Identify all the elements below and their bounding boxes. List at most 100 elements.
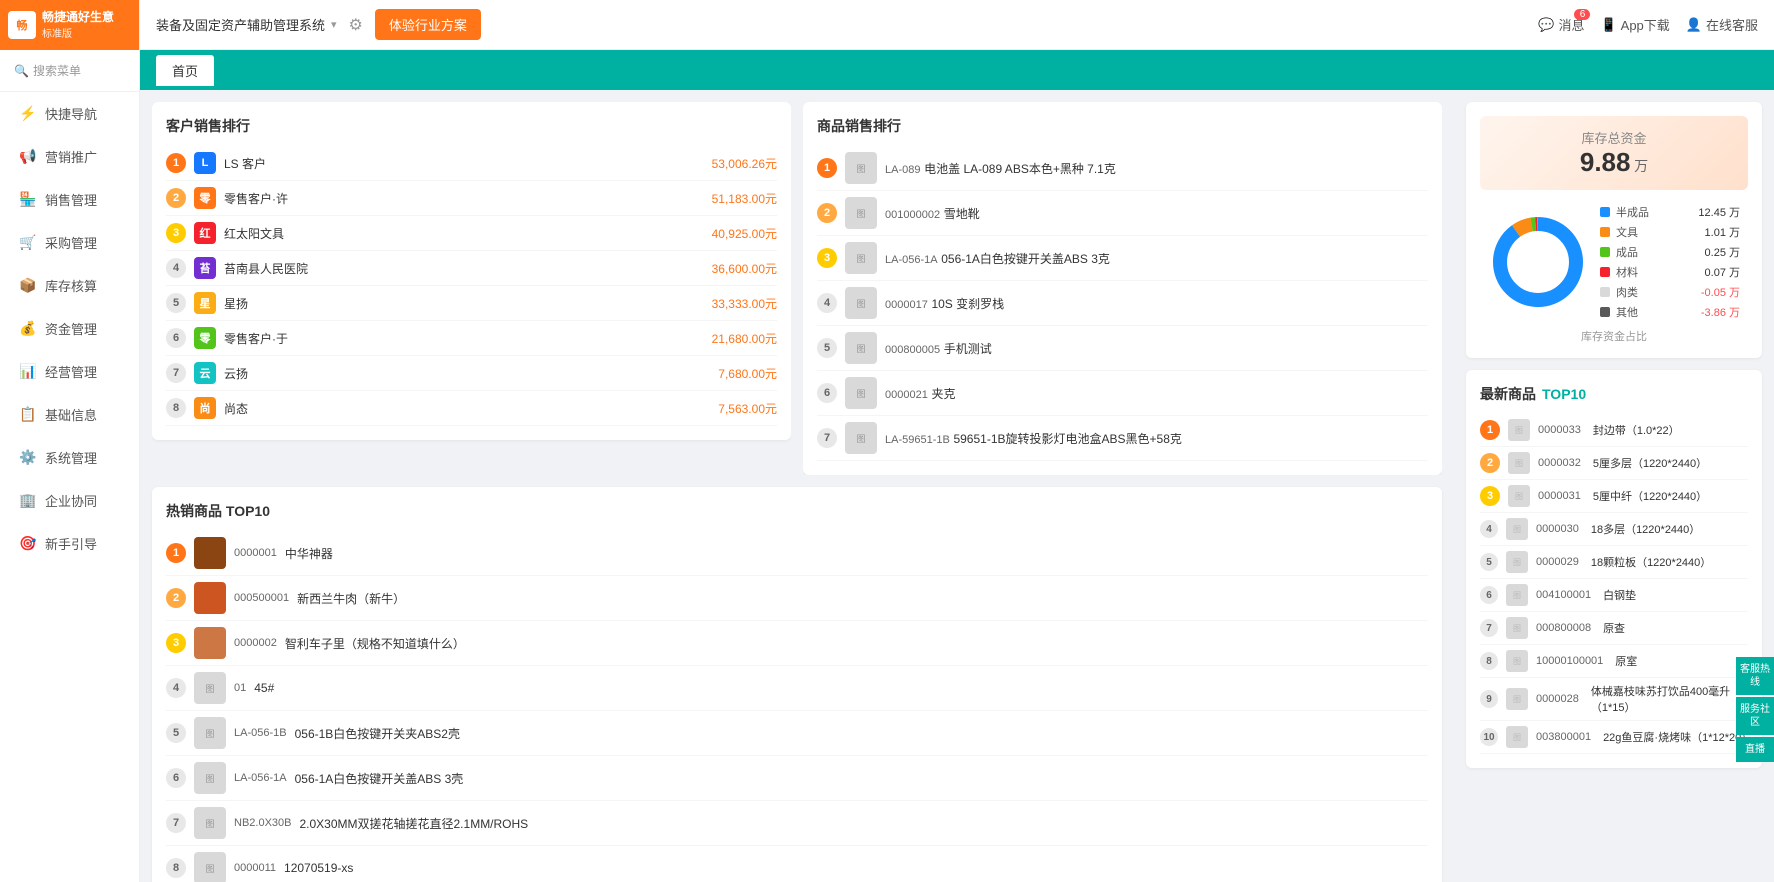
trial-button[interactable]: 体验行业方案 [375, 9, 481, 40]
customer-amount: 21,680.00元 [712, 330, 777, 347]
sidebar: 畅 畅捷通好生意 标准版 🔍 搜索菜单 ⚡ 快捷导航 📢 营销推广 🏪 销售管理… [0, 0, 140, 882]
sidebar-item-sales[interactable]: 🏪 销售管理 [0, 178, 139, 221]
search-menu-btn[interactable]: 🔍 搜索菜单 [8, 58, 131, 83]
product-rank-row: 2 图 001000002 雪地靴 [817, 191, 1428, 236]
product-code: 0000021 [885, 389, 928, 401]
app-download-btn[interactable]: 📱 App下载 [1600, 15, 1669, 34]
product-thumbnail: 图 [845, 152, 877, 184]
cs-community-btn[interactable]: 服务社区 [1736, 697, 1774, 735]
rank-number: 1 [166, 153, 186, 173]
new-product-code: 0000029 [1536, 556, 1579, 568]
customer-ranking-table: 1 L LS 客户 53,006.26元 2 零 零售客户·许 51,183.0… [166, 146, 777, 426]
inventory-footer: 库存资金占比 [1480, 328, 1748, 344]
rank-number: 1 [817, 158, 837, 178]
product-info: 001000002 雪地靴 [885, 205, 1428, 222]
new-product-row: 1 图 0000033 封边带（1.0*22） [1480, 414, 1748, 447]
product-name: 电池盖 LA-089 ABS本色+黑种 7.1克 [924, 162, 1116, 176]
online-service-btn[interactable]: 👤 在线客服 [1686, 15, 1758, 34]
new-product-thumb: 图 [1508, 419, 1530, 441]
customer-rank-row: 2 零 零售客户·许 51,183.00元 [166, 181, 777, 216]
product-rank-row: 5 图 000800005 手机测试 [817, 326, 1428, 371]
legend-label: 材料 [1616, 264, 1699, 280]
customer-amount: 7,680.00元 [718, 365, 777, 382]
product-name: 056-1A白色按键开关盖ABS 3克 [941, 252, 1110, 266]
new-product-code: 003800001 [1536, 731, 1591, 743]
rank-number: 1 [166, 543, 186, 563]
settings-icon[interactable]: ⚙ [349, 15, 363, 35]
product-code: LA-056-1A [885, 254, 938, 266]
message-icon: 💬 [1538, 17, 1554, 33]
hot-product-row: 4 图 01 45# [166, 666, 1428, 711]
product-code: 0000002 [234, 637, 277, 649]
product-name: 10S 变刹罗栈 [931, 297, 1004, 311]
sidebar-item-inventory[interactable]: 📦 库存核算 [0, 264, 139, 307]
sidebar-item-operation[interactable]: 📊 经营管理 [0, 350, 139, 393]
app-download-label: App下载 [1621, 15, 1670, 34]
new-product-name: 22g鱼豆腐·烧烤味（1*12*20） [1603, 729, 1748, 745]
product-ranking-section: 商品销售排行 1 图 LA-089 电池盖 LA-089 ABS本色+黑种 7.… [803, 102, 1442, 475]
product-code: 0000001 [234, 547, 277, 559]
legend-label: 其他 [1616, 304, 1695, 320]
product-name: 新西兰牛肉（新牛） [297, 590, 1428, 607]
legend-item: 其他 -3.86 万 [1600, 302, 1740, 322]
new-product-row: 6 图 004100001 白钢垫 [1480, 579, 1748, 612]
logo-icon: 畅 [8, 11, 36, 39]
sidebar-item-basic[interactable]: 📋 基础信息 [0, 393, 139, 436]
rank-number: 3 [166, 633, 186, 653]
new-product-row: 9 图 0000028 体械嘉枝味苏打饮品400毫升（1*15） [1480, 678, 1748, 721]
newest-label: 最新商品 [1480, 384, 1536, 404]
customer-rank-row: 5 星 星扬 33,333.00元 [166, 286, 777, 321]
cs-hotline-btn[interactable]: 客服热线 [1736, 657, 1774, 695]
sidebar-item-shortcut-label: 快捷导航 [45, 104, 97, 123]
app-icon: 📱 [1600, 17, 1616, 33]
sidebar-item-purchase[interactable]: 🛒 采购管理 [0, 221, 139, 264]
rank-number: 3 [1480, 486, 1500, 506]
rank-number: 5 [1480, 553, 1498, 571]
rank-number: 4 [1480, 520, 1498, 538]
product-name: 智利车子里（规格不知道填什么） [285, 635, 1428, 652]
rank-number: 7 [817, 428, 837, 448]
sidebar-item-shortcut[interactable]: ⚡ 快捷导航 [0, 92, 139, 135]
product-thumb-placeholder: 图 [194, 807, 226, 839]
hot-product-row: 6 图 LA-056-1A 056-1A白色按键开关盖ABS 3壳 [166, 756, 1428, 801]
sidebar-item-system[interactable]: ⚙️ 系统管理 [0, 436, 139, 479]
legend-dot [1600, 267, 1610, 277]
product-ranking-table: 1 图 LA-089 电池盖 LA-089 ABS本色+黑种 7.1克 2 图 … [817, 146, 1428, 461]
system-title: 装备及固定资产辅助管理系统 ▾ [156, 15, 337, 34]
sidebar-item-enterprise[interactable]: 🏢 企业协同 [0, 479, 139, 522]
dropdown-arrow-icon[interactable]: ▾ [331, 18, 337, 31]
customer-amount: 40,925.00元 [712, 225, 777, 242]
product-thumb-placeholder: 图 [194, 672, 226, 704]
cs-live-btn[interactable]: 直播 [1736, 737, 1774, 762]
hot-products-label: 热销商品 TOP10 [166, 501, 270, 521]
shortcut-icon: ⚡ [19, 105, 37, 122]
sidebar-item-enterprise-label: 企业协同 [45, 491, 97, 510]
product-thumb-placeholder: 图 [194, 717, 226, 749]
sales-icon: 🏪 [19, 191, 37, 208]
sidebar-item-basic-label: 基础信息 [45, 405, 97, 424]
product-code: 000800005 [885, 344, 940, 356]
sidebar-item-newbie[interactable]: 🎯 新手引导 [0, 522, 139, 565]
inventory-card: 库存总资金 9.88 万 [1466, 102, 1762, 358]
customer-avatar: 苔 [194, 257, 216, 279]
tab-home[interactable]: 首页 [156, 55, 214, 86]
sidebar-item-newbie-label: 新手引导 [45, 534, 97, 553]
messages-btn[interactable]: 💬 消息 6 [1538, 15, 1584, 34]
newest-top-label: TOP10 [1542, 386, 1586, 402]
new-product-name: 体械嘉枝味苏打饮品400毫升（1*15） [1591, 683, 1748, 715]
finance-icon: 💰 [19, 320, 37, 337]
right-panel: 库存总资金 9.88 万 [1454, 90, 1774, 882]
sidebar-item-marketing[interactable]: 📢 营销推广 [0, 135, 139, 178]
legend-item: 文具 1.01 万 [1600, 222, 1740, 242]
sidebar-item-finance[interactable]: 💰 资金管理 [0, 307, 139, 350]
product-thumb [194, 582, 226, 614]
product-rank-row: 6 图 0000021 夹克 [817, 371, 1428, 416]
new-product-code: 0000032 [1538, 457, 1581, 469]
system-icon: ⚙️ [19, 449, 37, 466]
new-product-name: 18颗粒板（1220*2440） [1591, 554, 1748, 570]
product-info: LA-59651-1B 59651-1B旋转投影灯电池盒ABS黑色+58克 [885, 430, 1428, 447]
new-product-row: 3 图 0000031 5厘中纤（1220*2440） [1480, 480, 1748, 513]
product-thumbnail: 图 [845, 332, 877, 364]
customer-amount: 53,006.26元 [712, 155, 777, 172]
product-ranking-card: 商品销售排行 1 图 LA-089 电池盖 LA-089 ABS本色+黑种 7.… [803, 102, 1442, 475]
